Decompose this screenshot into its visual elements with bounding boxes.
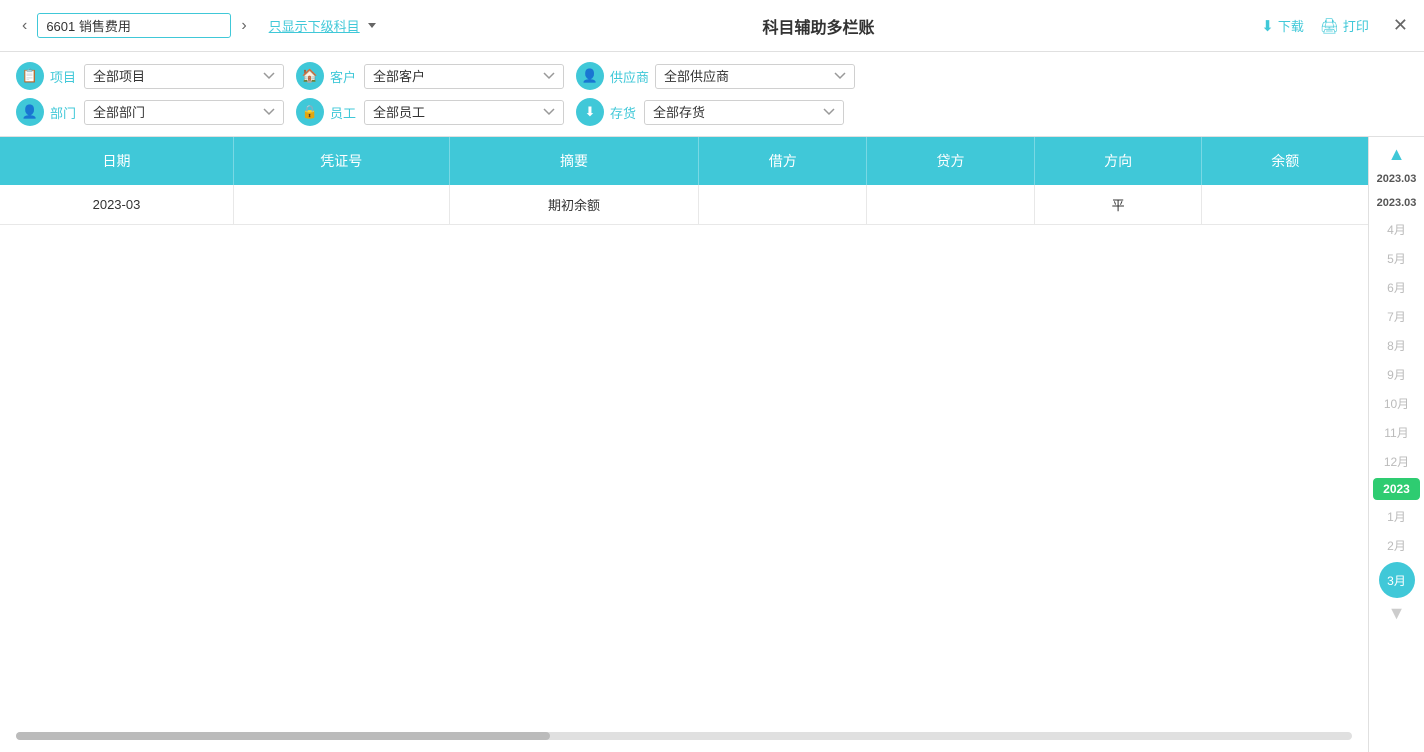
table-area: 日期 凭证号 摘要 借方 贷方 方向 余额 2023-03 期初余额 平: [0, 137, 1368, 752]
timeline-month-9[interactable]: 9月: [1369, 360, 1424, 389]
timeline-period-2[interactable]: 2023.03: [1369, 191, 1424, 215]
filter-supplier: 👤 供应商 全部供应商: [576, 62, 855, 90]
action-buttons: ⬇ 下载 🖨 打印 ✕: [1261, 15, 1408, 36]
timeline-month-2[interactable]: 2月: [1369, 531, 1424, 560]
timeline-up-button[interactable]: ▲: [1384, 141, 1410, 167]
project-select[interactable]: 全部项目: [84, 64, 284, 89]
timeline-month-11[interactable]: 11月: [1369, 418, 1424, 447]
department-icon: 👤: [16, 98, 44, 126]
table-header-row: 日期 凭证号 摘要 借方 贷方 方向 余额: [0, 137, 1368, 185]
timeline-month-5[interactable]: 5月: [1369, 244, 1424, 273]
content-area: 日期 凭证号 摘要 借方 贷方 方向 余额 2023-03 期初余额 平: [0, 137, 1424, 752]
table-row[interactable]: 2023-03 期初余额 平: [0, 185, 1368, 225]
filter-row-1: 📋 项目 全部项目 🏠 客户 全部客户 👤 供应商 全部供应商: [16, 62, 1408, 90]
right-sidebar: ▲ 2023.03 2023.03 4月 5月 6月 7月 8月 9月 10月 …: [1368, 137, 1424, 752]
employee-select[interactable]: 全部员工: [364, 100, 564, 125]
scrollbar-thumb[interactable]: [16, 732, 550, 740]
show-sublevel-arrow-icon: [368, 23, 376, 28]
customer-icon: 🏠: [296, 62, 324, 90]
filter-department: 👤 部门 全部部门: [16, 98, 284, 126]
inventory-select[interactable]: 全部存货: [644, 100, 844, 125]
col-credit: 贷方: [867, 137, 1035, 185]
filter-customer: 🏠 客户 全部客户: [296, 62, 564, 90]
employee-icon: 🔒: [296, 98, 324, 126]
download-icon: ⬇: [1261, 17, 1274, 35]
filter-row-2: 👤 部门 全部部门 🔒 员工 全部员工 ⬇ 存货 全部存货: [16, 98, 1408, 126]
show-sublevel-toggle[interactable]: 只显示下级科目: [269, 16, 376, 35]
filter-project: 📋 项目 全部项目: [16, 62, 284, 90]
cell-summary: 期初余额: [449, 185, 699, 225]
cell-credit: [867, 185, 1035, 225]
supplier-label: 供应商: [610, 67, 649, 86]
timeline-year-2023[interactable]: 2023: [1373, 478, 1420, 500]
horizontal-scrollbar[interactable]: [16, 732, 1352, 740]
cell-voucher: [233, 185, 449, 225]
supplier-icon: 👤: [576, 62, 604, 90]
col-direction: 方向: [1034, 137, 1202, 185]
department-label: 部门: [50, 103, 78, 122]
download-label: 下载: [1278, 16, 1304, 35]
timeline-month-6[interactable]: 6月: [1369, 273, 1424, 302]
timeline-month-4[interactable]: 4月: [1369, 215, 1424, 244]
timeline-month-8[interactable]: 8月: [1369, 331, 1424, 360]
timeline-month-3-current[interactable]: 3月: [1379, 562, 1415, 598]
nav-next-button[interactable]: ›: [235, 15, 252, 37]
data-table: 日期 凭证号 摘要 借方 贷方 方向 余额 2023-03 期初余额 平: [0, 137, 1368, 225]
timeline-down-button[interactable]: ▼: [1384, 600, 1410, 626]
timeline-period-1[interactable]: 2023.03: [1369, 167, 1424, 191]
timeline-month-7[interactable]: 7月: [1369, 302, 1424, 331]
inventory-icon: ⬇: [576, 98, 604, 126]
project-icon: 📋: [16, 62, 44, 90]
timeline-month-10[interactable]: 10月: [1369, 389, 1424, 418]
cell-date: 2023-03: [0, 185, 233, 225]
show-sublevel-text: 只显示下级科目: [269, 16, 360, 35]
cell-debit: [699, 185, 867, 225]
filter-area: 📋 项目 全部项目 🏠 客户 全部客户 👤 供应商 全部供应商: [0, 52, 1424, 137]
scrollbar-container: [0, 732, 1368, 740]
main-window: ‹ › 只显示下级科目 科目辅助多栏账 ⬇ 下载 🖨 打印 ✕ 📋 项目: [0, 0, 1424, 752]
nav-prev-button[interactable]: ‹: [16, 15, 33, 37]
employee-label: 员工: [330, 103, 358, 122]
department-select[interactable]: 全部部门: [84, 100, 284, 125]
cell-direction: 平: [1034, 185, 1202, 225]
download-button[interactable]: ⬇ 下载: [1261, 16, 1304, 35]
project-label: 项目: [50, 67, 78, 86]
print-button[interactable]: 🖨 打印: [1320, 16, 1369, 35]
filter-inventory: ⬇ 存货 全部存货: [576, 98, 844, 126]
timeline-month-12[interactable]: 12月: [1369, 447, 1424, 476]
col-balance: 余额: [1202, 137, 1368, 185]
top-bar: ‹ › 只显示下级科目 科目辅助多栏账 ⬇ 下载 🖨 打印 ✕: [0, 0, 1424, 52]
col-debit: 借方: [699, 137, 867, 185]
filter-employee: 🔒 员工 全部员工: [296, 98, 564, 126]
close-button[interactable]: ✕: [1393, 15, 1408, 36]
page-title: 科目辅助多栏账: [376, 14, 1262, 38]
col-date: 日期: [0, 137, 233, 185]
account-code-input[interactable]: [37, 13, 231, 38]
print-icon: 🖨: [1320, 17, 1339, 35]
customer-label: 客户: [330, 67, 358, 86]
print-label: 打印: [1343, 16, 1369, 35]
inventory-label: 存货: [610, 103, 638, 122]
col-summary: 摘要: [449, 137, 699, 185]
col-voucher: 凭证号: [233, 137, 449, 185]
supplier-select[interactable]: 全部供应商: [655, 64, 855, 89]
customer-select[interactable]: 全部客户: [364, 64, 564, 89]
cell-balance: [1202, 185, 1368, 225]
timeline-month-1[interactable]: 1月: [1369, 502, 1424, 531]
